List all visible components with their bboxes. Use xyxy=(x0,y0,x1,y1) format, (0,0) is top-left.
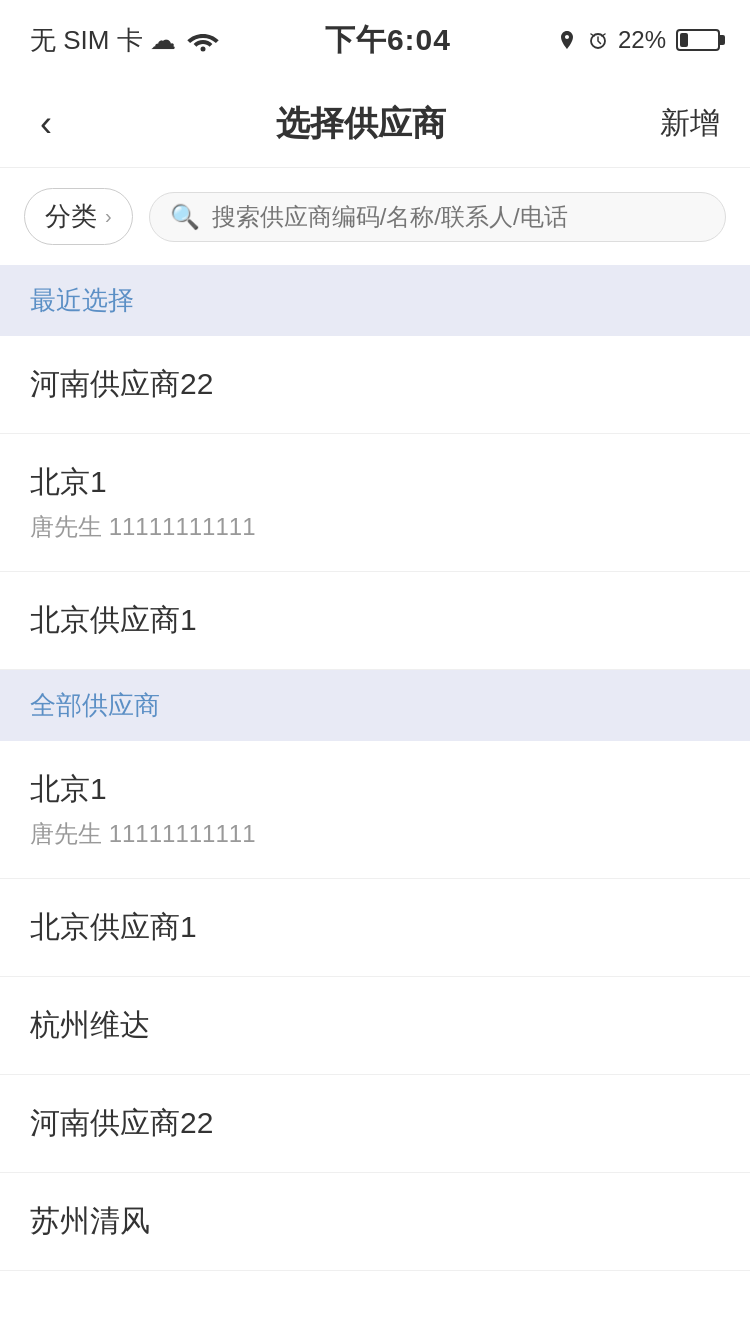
list-item[interactable]: 北京1 唐先生 11111111111 xyxy=(0,434,750,572)
item-name: 杭州维达 xyxy=(30,1005,720,1046)
status-bar: 无 SIM 卡 ☁ 下午6:04 22% xyxy=(0,0,750,80)
sim-status: 无 SIM 卡 ☁ xyxy=(30,23,176,58)
category-filter[interactable]: 分类 › xyxy=(24,188,133,245)
item-name: 北京供应商1 xyxy=(30,600,720,641)
item-name: 河南供应商22 xyxy=(30,364,720,405)
list-item[interactable]: 河南供应商22 xyxy=(0,1075,750,1173)
category-label: 分类 xyxy=(45,199,97,234)
search-box[interactable]: 🔍 xyxy=(149,192,726,242)
item-name: 苏州清风 xyxy=(30,1201,720,1242)
status-left: 无 SIM 卡 ☁ xyxy=(30,23,220,58)
list-item[interactable]: 苏州清风 xyxy=(0,1173,750,1271)
all-section-header: 全部供应商 xyxy=(0,670,750,741)
all-list: 北京1 唐先生 11111111111 北京供应商1 杭州维达河南供应商22 苏州清风 xyxy=(0,741,750,1271)
svg-point-0 xyxy=(200,47,205,52)
search-icon: 🔍 xyxy=(170,203,200,231)
list-item[interactable]: 北京供应商1 xyxy=(0,572,750,670)
item-name: 北京1 xyxy=(30,769,720,810)
item-name: 北京1 xyxy=(30,462,720,503)
add-button[interactable]: 新增 xyxy=(660,103,720,144)
list-item[interactable]: 北京1 唐先生 11111111111 xyxy=(0,741,750,879)
item-name: 北京供应商1 xyxy=(30,907,720,948)
status-right: 22% xyxy=(556,26,720,54)
chevron-icon: › xyxy=(105,205,112,228)
recent-section-label: 最近选择 xyxy=(30,285,134,315)
recent-section-header: 最近选择 xyxy=(0,265,750,336)
item-sub: 唐先生 11111111111 xyxy=(30,818,720,850)
all-section-label: 全部供应商 xyxy=(30,690,160,720)
location-icon xyxy=(556,29,578,51)
nav-title: 选择供应商 xyxy=(276,101,446,147)
search-input[interactable] xyxy=(212,203,705,231)
alarm-icon xyxy=(588,30,608,50)
status-time: 下午6:04 xyxy=(325,20,451,61)
list-item[interactable]: 北京供应商1 xyxy=(0,879,750,977)
battery-icon xyxy=(676,29,720,51)
list-item[interactable]: 河南供应商22 xyxy=(0,336,750,434)
item-sub: 唐先生 11111111111 xyxy=(30,511,720,543)
nav-bar: ‹ 选择供应商 新增 xyxy=(0,80,750,168)
filter-bar: 分类 › 🔍 xyxy=(0,168,750,265)
wifi-icon xyxy=(186,28,220,52)
recent-list: 河南供应商22 北京1 唐先生 11111111111 北京供应商1 xyxy=(0,336,750,670)
item-name: 河南供应商22 xyxy=(30,1103,720,1144)
back-button[interactable]: ‹ xyxy=(30,93,62,155)
battery-percent: 22% xyxy=(618,26,666,54)
list-item[interactable]: 杭州维达 xyxy=(0,977,750,1075)
